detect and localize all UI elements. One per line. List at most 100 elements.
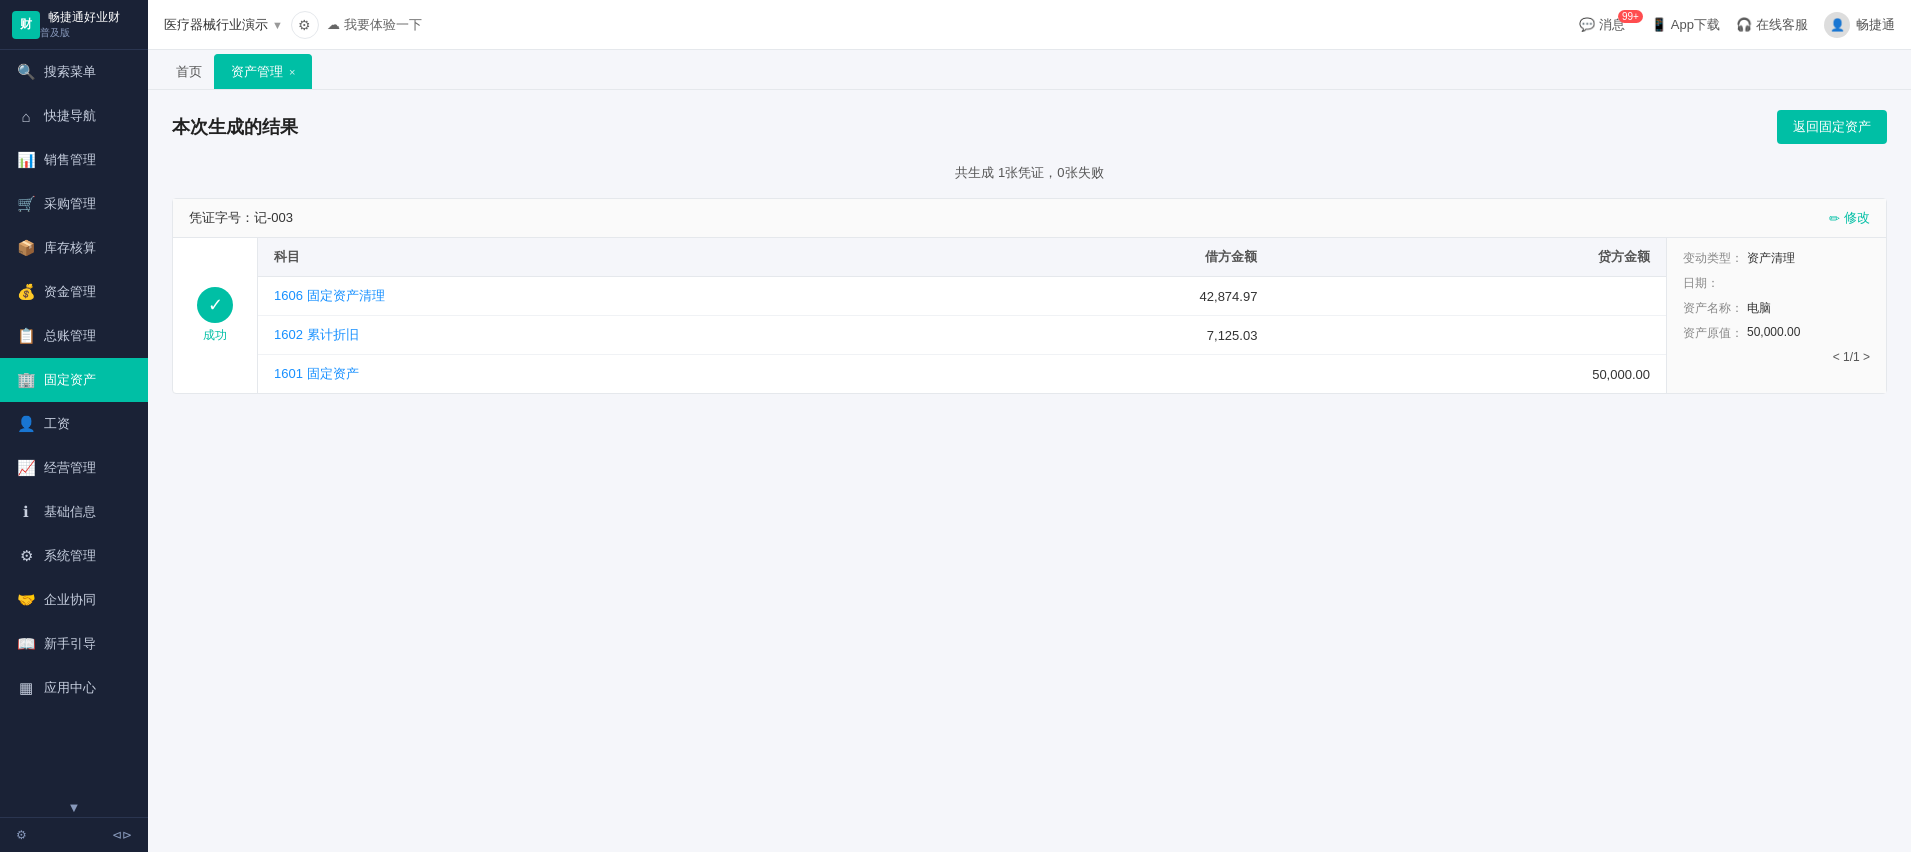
collapse-icon[interactable]: ⊲⊳ [112,828,132,842]
row3-subject[interactable]: 1601 固定资产 [258,355,881,394]
voucher-edit-button[interactable]: ✏ 修改 [1829,209,1870,227]
original-value-label: 资产原值： [1683,325,1743,342]
change-type-value: 资产清理 [1747,250,1795,267]
date-label: 日期： [1683,275,1719,292]
success-label: 成功 [203,327,227,344]
sidebar-item-purchase[interactable]: 🛒 采购管理 [0,182,148,226]
sidebar-label-quick-nav: 快捷导航 [44,107,96,125]
company-name: 医疗器械行业演示 [164,16,268,34]
message-icon: 💬 [1579,17,1595,32]
sidebar-item-inventory[interactable]: 📦 库存核算 [0,226,148,270]
table-row: 1606 固定资产清理 42,874.97 [258,277,1666,316]
sidebar-label-purchase: 采购管理 [44,195,96,213]
sidebar-item-quick-nav[interactable]: ⌂ 快捷导航 [0,94,148,138]
purchase-icon: 🛒 [16,194,36,214]
table-row: 1601 固定资产 50,000.00 [258,355,1666,394]
col-subject: 科目 [258,238,881,277]
voucher-table: 科目 借方金额 贷方金额 1606 固定资产清理 42,874.97 [258,238,1666,393]
sidebar-item-enterprise[interactable]: 🤝 企业协同 [0,578,148,622]
sidebar-item-system[interactable]: ⚙ 系统管理 [0,534,148,578]
salary-icon: 👤 [16,414,36,434]
sidebar-item-guide[interactable]: 📖 新手引导 [0,622,148,666]
voucher-card: 凭证字号：记-003 ✏ 修改 ✓ 成功 科目 借方金额 [172,198,1887,394]
row3-credit: 50,000.00 [1273,355,1666,394]
sidebar-label-enterprise: 企业协同 [44,591,96,609]
asset-name-label: 资产名称： [1683,300,1743,317]
col-debit: 借方金额 [881,238,1274,277]
sidebar-label-system: 系统管理 [44,547,96,565]
settings-bottom-icon[interactable]: ⚙ [16,828,27,842]
app-center-icon: ▦ [16,678,36,698]
asset-name-value: 电脑 [1747,300,1771,317]
sidebar-scroll-down[interactable]: ▼ [0,797,148,817]
settings-button[interactable]: ⚙ [291,11,319,39]
success-icon: ✓ [197,287,233,323]
table-row: 1602 累计折旧 7,125.03 [258,316,1666,355]
row2-subject[interactable]: 1602 累计折旧 [258,316,881,355]
message-action[interactable]: 💬 消息 99+ [1579,16,1635,34]
page-title: 本次生成的结果 [172,115,298,139]
headset-icon: 🎧 [1736,17,1752,32]
tab-close-icon[interactable]: × [289,66,295,78]
sidebar-item-operations[interactable]: 📈 经营管理 [0,446,148,490]
base-info-icon: ℹ [16,502,36,522]
customer-service-action[interactable]: 🎧 在线客服 [1736,16,1808,34]
sidebar-label-fixed-assets: 固定资产 [44,371,96,389]
phone-icon: 📱 [1651,17,1667,32]
sidebar-item-sales[interactable]: 📊 销售管理 [0,138,148,182]
logo-title: 畅捷通好业财 [48,9,120,26]
sidebar-label-inventory: 库存核算 [44,239,96,257]
col-credit: 贷方金额 [1273,238,1666,277]
sidebar-item-search[interactable]: 🔍 搜索菜单 [0,50,148,94]
voucher-header: 凭证字号：记-003 ✏ 修改 [173,199,1886,238]
user-menu[interactable]: 👤 畅捷通 [1824,12,1895,38]
summary-text: 共生成 1张凭证，0张失败 [172,164,1887,182]
sidebar-label-ledger: 总账管理 [44,327,96,345]
side-pagination[interactable]: < 1/1 > [1683,350,1870,364]
sidebar-item-base-info[interactable]: ℹ 基础信息 [0,490,148,534]
page-content: 本次生成的结果 返回固定资产 共生成 1张凭证，0张失败 凭证字号：记-003 … [148,90,1911,852]
gear-icon: ⚙ [298,17,311,33]
sidebar-logo: 财 畅捷通好业财 普及版 [0,0,148,50]
sidebar-item-app-center[interactable]: ▦ 应用中心 [0,666,148,710]
logo-subtitle: 普及版 [40,26,120,40]
voucher-body: ✓ 成功 科目 借方金额 贷方金额 [173,238,1886,393]
tabs-bar: 首页 资产管理 × [148,50,1911,90]
cloud-icon: ☁ [327,17,340,32]
app-download-action[interactable]: 📱 App下载 [1651,16,1720,34]
page-header: 本次生成的结果 返回固定资产 [172,110,1887,144]
guide-icon: 📖 [16,634,36,654]
voucher-number: 凭证字号：记-003 [189,209,293,227]
main-content: 医疗器械行业演示 ▼ ⚙ ☁ 我要体验一下 💬 消息 99+ 📱 App下载 [148,0,1911,852]
home-icon: ⌂ [16,106,36,126]
edit-icon: ✏ [1829,211,1840,226]
voucher-table-wrap: 科目 借方金额 贷方金额 1606 固定资产清理 42,874.97 [258,238,1666,393]
row1-subject[interactable]: 1606 固定资产清理 [258,277,881,316]
company-selector[interactable]: 医疗器械行业演示 ▼ [164,16,283,34]
row3-debit [881,355,1274,394]
sidebar-item-salary[interactable]: 👤 工资 [0,402,148,446]
sidebar-label-search: 搜索菜单 [44,63,96,81]
sidebar-item-fixed-assets[interactable]: 🏢 固定资产 [0,358,148,402]
experience-button[interactable]: ☁ 我要体验一下 [327,16,422,34]
back-to-fixed-assets-button[interactable]: 返回固定资产 [1777,110,1887,144]
sidebar-item-funds[interactable]: 💰 资金管理 [0,270,148,314]
row1-debit: 42,874.97 [881,277,1274,316]
asset-name-row: 资产名称： 电脑 [1683,300,1870,317]
sidebar-nav: 🔍 搜索菜单 ⌂ 快捷导航 📊 销售管理 🛒 采购管理 📦 库存核算 💰 资金管… [0,50,148,797]
system-icon: ⚙ [16,546,36,566]
date-row: 日期： [1683,275,1870,292]
row2-credit [1273,316,1666,355]
sidebar-label-app-center: 应用中心 [44,679,96,697]
funds-icon: 💰 [16,282,36,302]
sidebar-label-salary: 工资 [44,415,70,433]
topbar-left: 医疗器械行业演示 ▼ ⚙ ☁ 我要体验一下 [164,11,422,39]
tab-asset-management[interactable]: 资产管理 × [214,54,312,89]
tab-home[interactable]: 首页 [164,55,214,89]
sidebar-bottom: ⚙ ⊲⊳ [0,817,148,852]
tab-label-asset-management: 资产管理 [231,63,283,81]
row1-credit [1273,277,1666,316]
sidebar-item-ledger[interactable]: 📋 总账管理 [0,314,148,358]
ledger-icon: 📋 [16,326,36,346]
enterprise-icon: 🤝 [16,590,36,610]
